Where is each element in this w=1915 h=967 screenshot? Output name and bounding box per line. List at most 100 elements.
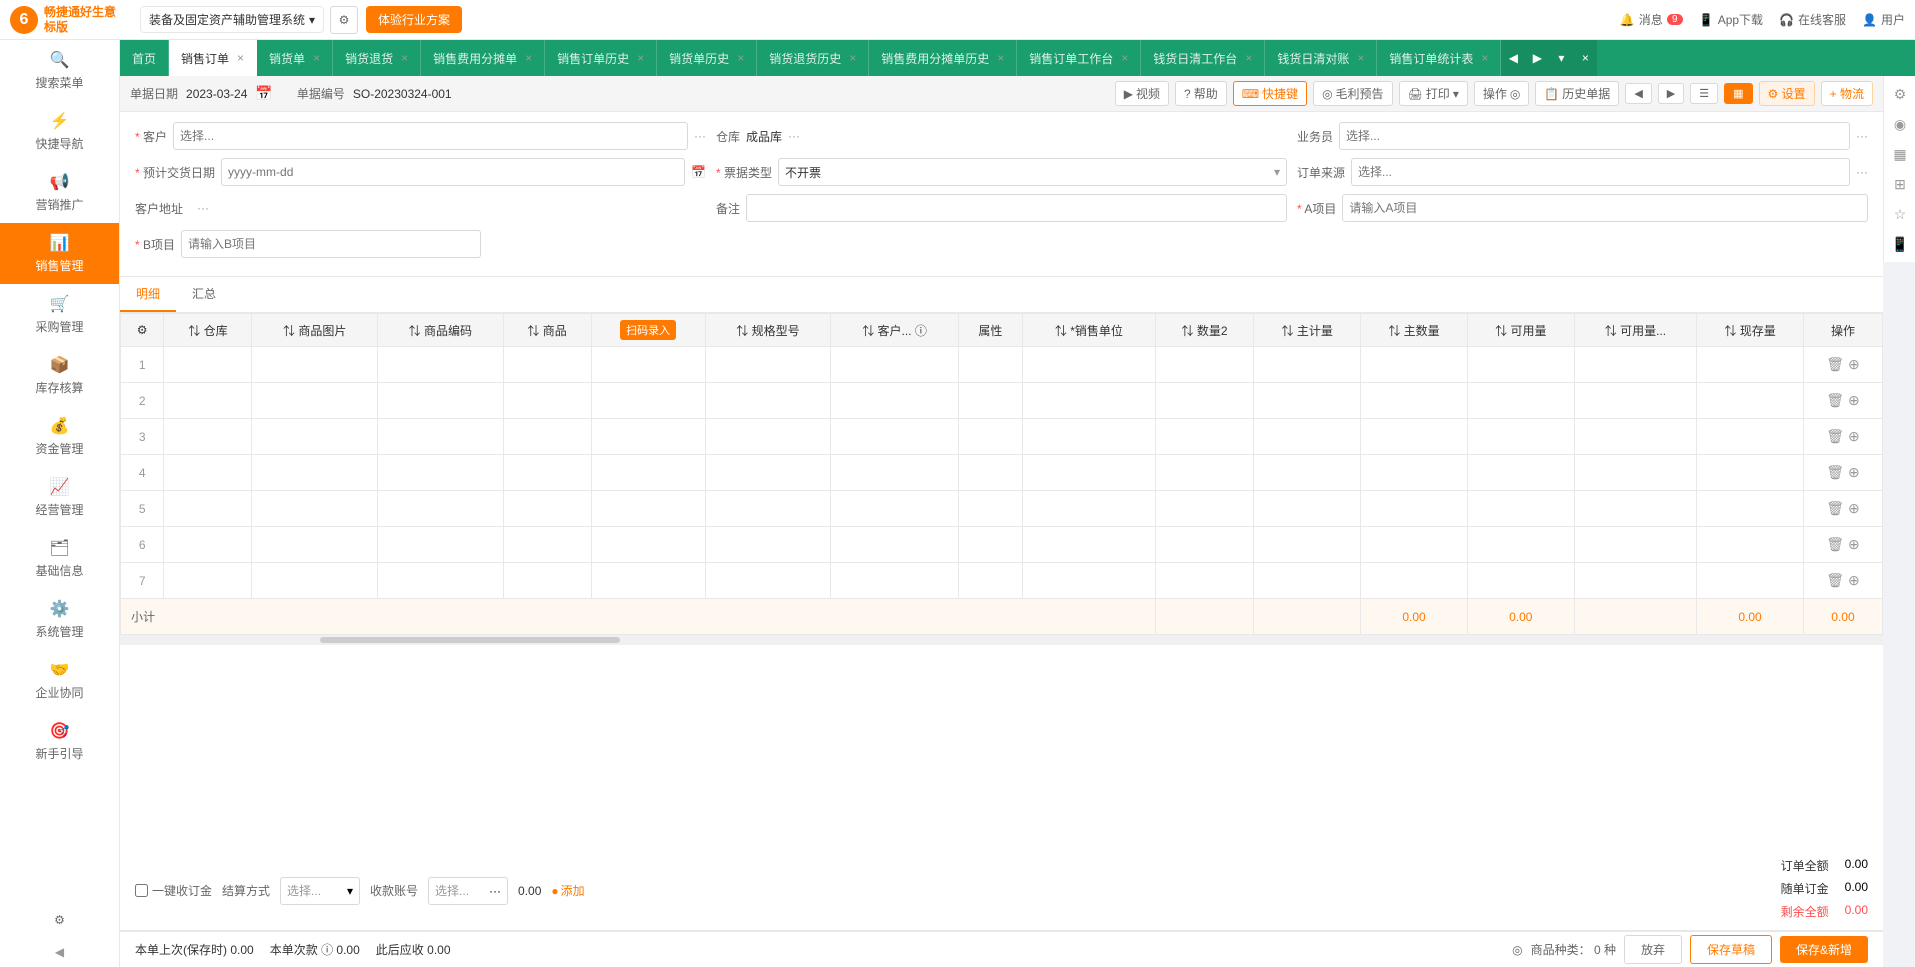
row1-customer-code[interactable] bbox=[831, 347, 959, 383]
sidebar-item-search[interactable]: 🔍 搜索菜单 bbox=[0, 40, 119, 101]
quick-pay-checkbox[interactable] bbox=[135, 884, 148, 897]
invoice-select[interactable]: 不开票 ▾ bbox=[778, 158, 1287, 186]
tab-close-invoice[interactable]: × bbox=[313, 51, 320, 65]
delete-icon-3[interactable]: 🗑 bbox=[1826, 428, 1844, 445]
tab-close-stats[interactable]: × bbox=[1481, 51, 1488, 65]
col-code[interactable]: ⇅ 商品编码 bbox=[378, 314, 504, 347]
right-icon-settings[interactable]: ⚙ bbox=[1886, 80, 1914, 108]
customer-more-btn[interactable]: ··· bbox=[694, 129, 706, 143]
profit-btn[interactable]: ◎ 毛利预告 bbox=[1313, 81, 1393, 106]
row1-main-qty[interactable] bbox=[1361, 347, 1468, 383]
tab-close-reconcile[interactable]: × bbox=[1357, 51, 1364, 65]
help-btn[interactable]: ? 帮助 bbox=[1175, 81, 1227, 106]
right-icon-fingerprint[interactable]: ◉ bbox=[1886, 110, 1914, 138]
col-available[interactable]: ⇅ 可用量 bbox=[1467, 314, 1574, 347]
gear-settings-btn[interactable]: ⚙ bbox=[330, 6, 358, 34]
tab-close-workbench[interactable]: × bbox=[1121, 51, 1128, 65]
tab-sales-order[interactable]: 销售订单 × bbox=[169, 40, 257, 76]
col-main-unit[interactable]: ⇅ 主计量 bbox=[1254, 314, 1361, 347]
quick-pay-label[interactable]: 一键收订金 bbox=[135, 882, 212, 899]
sidebar-item-base[interactable]: 🗂 基础信息 bbox=[0, 528, 119, 589]
row1-unit[interactable] bbox=[1022, 347, 1155, 383]
col-qty2[interactable]: ⇅ 数量2 bbox=[1155, 314, 1253, 347]
sidebar-item-sales[interactable]: 📊 销售管理 bbox=[0, 223, 119, 284]
tab-home[interactable]: 首页 bbox=[120, 40, 169, 76]
scan-btn[interactable]: 扫码录入 bbox=[620, 320, 676, 340]
tab-close-expense-history[interactable]: × bbox=[997, 51, 1004, 65]
col-main-qty[interactable]: ⇅ 主数量 bbox=[1361, 314, 1468, 347]
delete-icon-7[interactable]: 🗑 bbox=[1826, 572, 1844, 589]
sidebar-item-guide[interactable]: 🎯 新手引导 bbox=[0, 711, 119, 772]
calendar-icon[interactable]: 📅 bbox=[255, 85, 272, 102]
shortcut-btn[interactable]: ⌨ 快捷键 bbox=[1233, 81, 1307, 106]
discard-btn[interactable]: 放弃 bbox=[1624, 935, 1682, 964]
sidebar-item-corp[interactable]: 🤝 企业协同 bbox=[0, 650, 119, 711]
tab-order-workbench[interactable]: 销售订单工作台 × bbox=[1017, 40, 1141, 76]
customer-input[interactable] bbox=[173, 122, 688, 150]
tab-close-daily-workbench[interactable]: × bbox=[1245, 51, 1252, 65]
order-source-input[interactable] bbox=[1351, 158, 1850, 186]
tab-close-return[interactable]: × bbox=[401, 51, 408, 65]
sidebar-collapse-btn[interactable]: ◀ bbox=[0, 937, 119, 967]
sidebar-item-operation[interactable]: 📈 经营管理 bbox=[0, 467, 119, 528]
sidebar-item-system[interactable]: ⚙️ 系统管理 bbox=[0, 589, 119, 650]
copy-icon-2[interactable]: ⊕ bbox=[1848, 392, 1860, 409]
app-download-btn[interactable]: 📱 App下载 bbox=[1699, 11, 1763, 28]
account-select[interactable]: 选择... ··· bbox=[428, 877, 508, 905]
copy-icon-3[interactable]: ⊕ bbox=[1848, 428, 1860, 445]
col-stock[interactable]: ⇅ 现存量 bbox=[1697, 314, 1804, 347]
tab-return-history[interactable]: 销货退货历史 × bbox=[757, 40, 869, 76]
salesperson-input[interactable] bbox=[1339, 122, 1850, 150]
col-product[interactable]: ⇅ 商品 bbox=[503, 314, 591, 347]
tab-close-invoice-history[interactable]: × bbox=[737, 51, 744, 65]
right-icon-grid[interactable]: ▦ bbox=[1886, 140, 1914, 168]
order-source-more-btn[interactable]: ··· bbox=[1856, 165, 1868, 179]
right-icon-phone[interactable]: 📱 bbox=[1886, 230, 1914, 258]
user-avatar[interactable]: 👤 用户 bbox=[1862, 11, 1905, 28]
scroll-thumb[interactable] bbox=[320, 637, 620, 643]
salesperson-more-btn[interactable]: ··· bbox=[1856, 129, 1868, 143]
tab-close-expense[interactable]: × bbox=[525, 51, 532, 65]
tab-expense[interactable]: 销售费用分摊单 × bbox=[421, 40, 545, 76]
copy-icon-7[interactable]: ⊕ bbox=[1848, 572, 1860, 589]
tab-close-sales-order[interactable]: × bbox=[237, 51, 244, 65]
copy-icon-1[interactable]: ⊕ bbox=[1848, 356, 1860, 373]
tab-order-history[interactable]: 销售订单历史 × bbox=[545, 40, 657, 76]
save-draft-btn[interactable]: 保存草稿 bbox=[1690, 935, 1772, 964]
col-scan[interactable]: 扫码录入 bbox=[591, 314, 705, 347]
tab-invoice-history[interactable]: 销货单历史 × bbox=[657, 40, 757, 76]
tab-daily-workbench[interactable]: 钱货日清工作台 × bbox=[1141, 40, 1265, 76]
sidebar-item-finance[interactable]: 💰 资金管理 bbox=[0, 406, 119, 467]
row1-product[interactable] bbox=[503, 347, 591, 383]
online-support-btn[interactable]: 🎧 在线客服 bbox=[1779, 11, 1846, 28]
nav-next-btn[interactable]: ▶ bbox=[1658, 83, 1684, 104]
method-select[interactable]: 选择... ▾ bbox=[280, 877, 360, 905]
row1-qty2[interactable] bbox=[1155, 347, 1253, 383]
sidebar-item-purchase[interactable]: 🛒 采购管理 bbox=[0, 284, 119, 345]
note-input[interactable] bbox=[746, 194, 1287, 222]
col-warehouse[interactable]: ⇅ 仓库 bbox=[164, 314, 252, 347]
right-icon-tag[interactable]: ⊞ bbox=[1886, 170, 1914, 198]
tab-reconcile[interactable]: 钱货日清对账 × bbox=[1265, 40, 1377, 76]
copy-icon-6[interactable]: ⊕ bbox=[1848, 536, 1860, 553]
system-selector[interactable]: 装备及固定资产辅助管理系统 ▾ bbox=[140, 6, 324, 33]
grid-view-btn[interactable]: ▦ bbox=[1724, 83, 1752, 104]
col-config[interactable]: ⚙ bbox=[121, 314, 164, 347]
tab-menu-btn[interactable]: ▾ bbox=[1549, 40, 1573, 76]
sidebar-settings[interactable]: ⚙ bbox=[0, 903, 119, 937]
row1-warehouse[interactable] bbox=[164, 347, 252, 383]
sidebar-item-stock[interactable]: 📦 库存核算 bbox=[0, 345, 119, 406]
delivery-input[interactable] bbox=[221, 158, 685, 186]
tab-detail[interactable]: 明细 bbox=[120, 277, 176, 312]
tab-close-all-btn[interactable]: × bbox=[1573, 40, 1597, 76]
settings-top-btn[interactable]: ⚙ 设置 bbox=[1759, 81, 1815, 106]
col-customer-code[interactable]: ⇅ 客户... ⓘ bbox=[831, 314, 959, 347]
tab-return[interactable]: 销货退货 × bbox=[333, 40, 421, 76]
col-unit[interactable]: ⇅ *销售单位 bbox=[1022, 314, 1155, 347]
message-btn[interactable]: 🔔 消息 9 bbox=[1620, 11, 1683, 28]
address-more-btn[interactable]: ··· bbox=[197, 201, 209, 215]
data-table-wrapper[interactable]: ⚙ ⇅ 仓库 ⇅ 商品图片 ⇅ 商品编码 bbox=[120, 313, 1883, 851]
delete-icon-2[interactable]: 🗑 bbox=[1826, 392, 1844, 409]
add-material-btn[interactable]: + 物流 bbox=[1821, 81, 1873, 106]
col-spec[interactable]: ⇅ 规格型号 bbox=[705, 314, 831, 347]
